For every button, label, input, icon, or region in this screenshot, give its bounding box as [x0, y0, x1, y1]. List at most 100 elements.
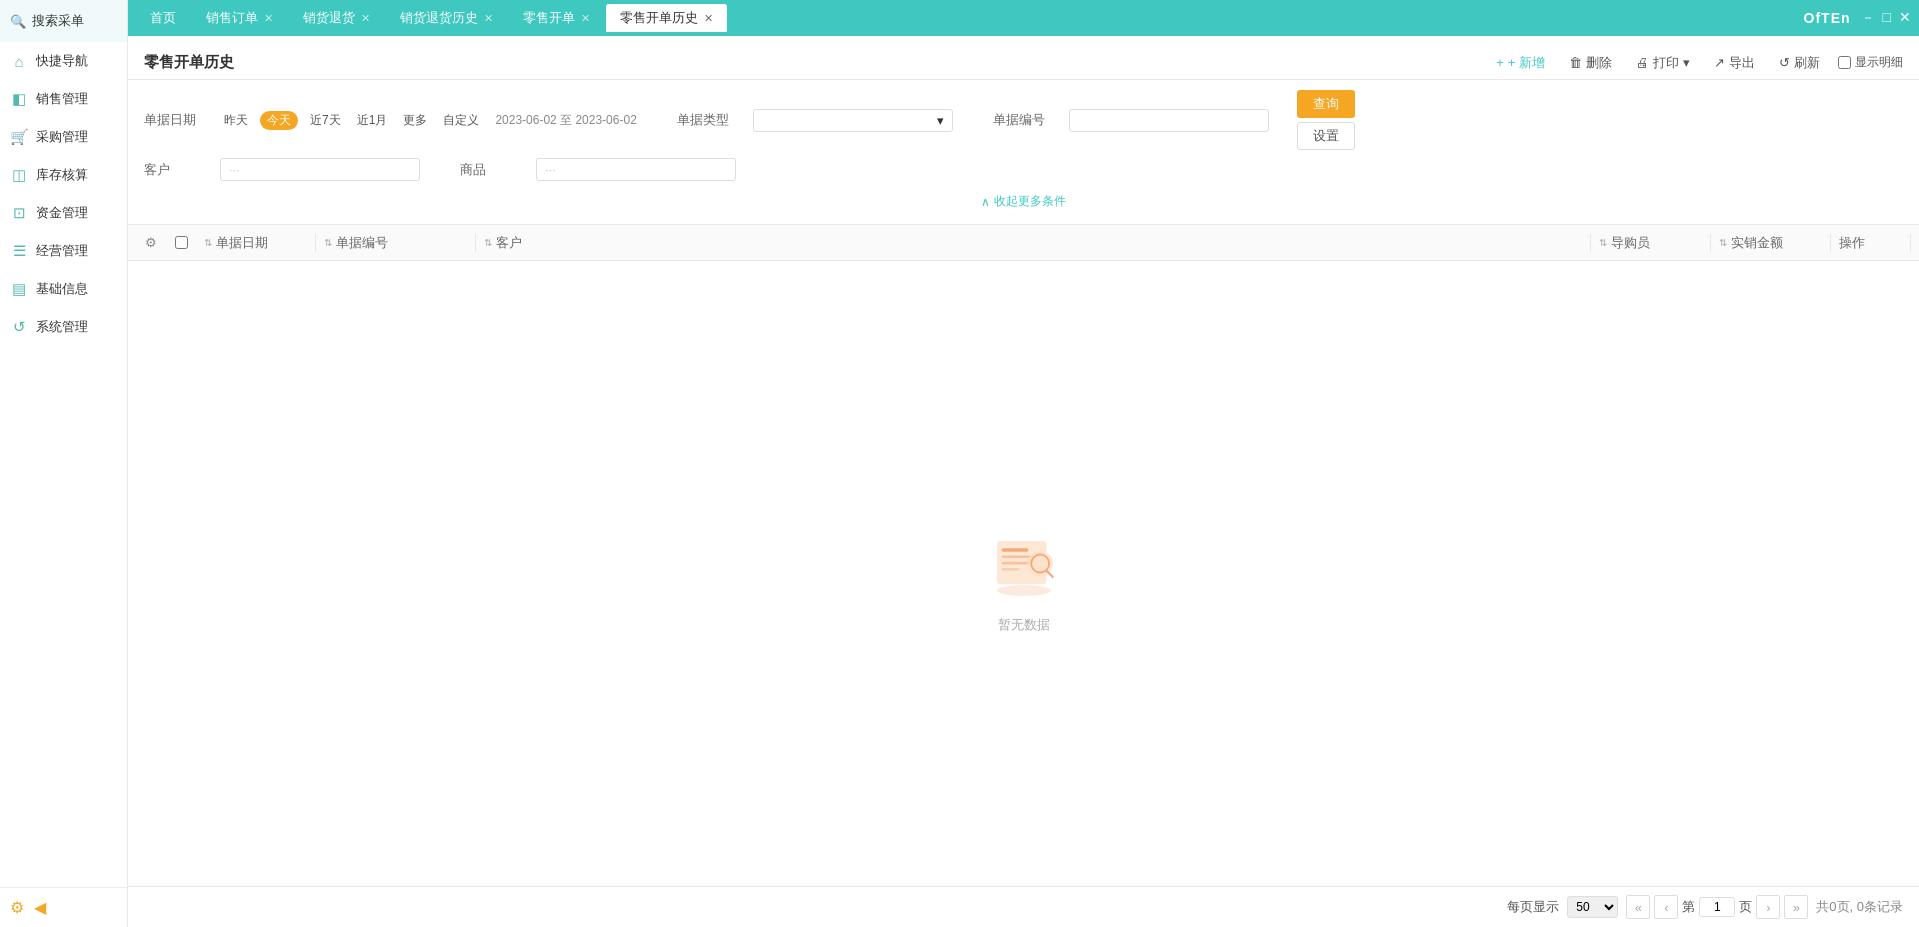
tab-sales-return[interactable]: 销货退货 ✕ [289, 4, 384, 32]
tab-sales-order[interactable]: 销售订单 ✕ [192, 4, 287, 32]
tab-sales-order-close[interactable]: ✕ [264, 12, 273, 25]
date-btn-custom[interactable]: 自定义 [439, 111, 483, 130]
next-page-button[interactable]: › [1756, 895, 1780, 919]
page-label: 页 [1739, 898, 1752, 916]
tab-retail-open-history[interactable]: 零售开单历史 ✕ [606, 4, 727, 32]
col-header-guide[interactable]: ⇅ 导购员 [1591, 234, 1711, 252]
filter-area: 单据日期 昨天 今天 近7天 近1月 更多 自定义 2023-06-02 至 2… [128, 80, 1919, 225]
tab-retail-open[interactable]: 零售开单 ✕ [509, 4, 604, 32]
tab-retail-open-close[interactable]: ✕ [581, 12, 590, 25]
select-all-checkbox[interactable] [175, 236, 188, 249]
base-info-icon: ▤ [10, 280, 28, 298]
empty-state-illustration [979, 514, 1069, 604]
date-btn-today[interactable]: 今天 [260, 111, 298, 130]
inventory-icon: ◫ [10, 166, 28, 184]
export-button[interactable]: ↗ 导出 [1708, 52, 1761, 74]
col-checkbox[interactable] [166, 236, 196, 249]
window-controls: － □ ✕ [1861, 9, 1911, 27]
settings-gear-icon[interactable]: ⚙ [10, 898, 24, 917]
tab-sales-return-history-label: 销货退货历史 [400, 9, 478, 27]
product-placeholder: ··· [545, 162, 556, 177]
refresh-button[interactable]: ↺ 刷新 [1773, 52, 1826, 74]
sidebar-item-label: 经营管理 [36, 242, 88, 260]
add-icon: + [1496, 55, 1504, 70]
sidebar-item-quick-nav[interactable]: ⌂ 快捷导航 [0, 42, 127, 80]
first-page-button[interactable]: « [1626, 895, 1650, 919]
settings-button[interactable]: 设置 [1297, 122, 1355, 150]
date-btn-last7[interactable]: 近7天 [306, 111, 345, 130]
print-button[interactable]: 🖨 打印 ▾ [1630, 52, 1696, 74]
date-btn-yesterday[interactable]: 昨天 [220, 111, 252, 130]
sort-icon: ⇅ [484, 237, 492, 248]
col-customer-label: 客户 [496, 234, 522, 252]
page-label-pre: 第 [1682, 898, 1695, 916]
finance-icon: ⊡ [10, 204, 28, 222]
sidebar-item-label: 系统管理 [36, 318, 88, 336]
maximize-button[interactable]: □ [1883, 9, 1891, 27]
sales-icon: ◧ [10, 90, 28, 108]
tab-sales-return-history[interactable]: 销货退货历史 ✕ [386, 4, 507, 32]
close-button[interactable]: ✕ [1899, 9, 1911, 27]
bill-type-label: 单据类型 [677, 111, 733, 129]
bill-num-input[interactable] [1069, 109, 1269, 132]
sidebar-item-base-info[interactable]: ▤ 基础信息 [0, 270, 127, 308]
tab-home[interactable]: 首页 [136, 4, 190, 32]
sidebar-item-purchase-mgmt[interactable]: 🛒 采购管理 [0, 118, 127, 156]
col-header-date[interactable]: ⇅ 单据日期 [196, 234, 316, 252]
sidebar-collapse-icon[interactable]: ◀ [34, 898, 46, 917]
sidebar-item-inventory[interactable]: ◫ 库存核算 [0, 156, 127, 194]
page-nav: « ‹ 第 页 › » [1626, 895, 1808, 919]
tab-sales-return-close[interactable]: ✕ [361, 12, 370, 25]
prev-page-icon: ‹ [1664, 900, 1668, 915]
page-number-input[interactable] [1699, 897, 1735, 917]
minimize-button[interactable]: － [1861, 9, 1875, 27]
tab-sales-return-history-close[interactable]: ✕ [484, 12, 493, 25]
sys-icon: ↺ [10, 318, 28, 336]
date-btn-last-month[interactable]: 近1月 [353, 111, 392, 130]
col-header-customer[interactable]: ⇅ 客户 [476, 234, 1591, 252]
refresh-icon: ↺ [1779, 55, 1790, 70]
bill-num-label: 单据编号 [993, 111, 1049, 129]
tab-bar: 首页 销售订单 ✕ 销货退货 ✕ 销货退货历史 ✕ 零售开单 ✕ 零售开单历史 … [128, 0, 1919, 36]
table-container: ⚙ ⇅ 单据日期 ⇅ 单据编号 ⇅ 客户 ⇅ 导购员 [128, 225, 1919, 927]
sidebar-item-finance[interactable]: ⊡ 资金管理 [0, 194, 127, 232]
delete-icon: 🗑 [1569, 55, 1582, 70]
sidebar: 🔍 搜索采单 ⌂ 快捷导航 ◧ 销售管理 🛒 采购管理 ◫ 库存核算 ⊡ 资金管… [0, 0, 128, 927]
product-select[interactable]: ··· [536, 158, 736, 181]
sidebar-item-operations[interactable]: ☰ 经营管理 [0, 232, 127, 270]
product-label: 商品 [460, 161, 516, 179]
last-page-button[interactable]: » [1784, 895, 1808, 919]
collapse-bar[interactable]: ∧ 收起更多条件 [144, 189, 1903, 214]
brand-logo: OfTEn [1804, 10, 1851, 26]
tab-bar-right: OfTEn － □ ✕ [1804, 9, 1911, 27]
print-arrow-icon: ▾ [1683, 55, 1690, 70]
query-button[interactable]: 查询 [1297, 90, 1355, 118]
col-header-num[interactable]: ⇅ 单据编号 [316, 234, 476, 252]
col-settings-icon[interactable]: ⚙ [136, 235, 166, 250]
add-button[interactable]: + + 新增 [1490, 52, 1551, 74]
delete-button[interactable]: 🗑 删除 [1563, 52, 1618, 74]
sidebar-item-sys-mgmt[interactable]: ↺ 系统管理 [0, 308, 127, 346]
show-detail-checkbox[interactable]: 显示明细 [1838, 54, 1903, 71]
toolbar: + + 新增 🗑 删除 🖨 打印 ▾ ↗ 导出 ↺ [1490, 52, 1903, 74]
sidebar-search[interactable]: 🔍 搜索采单 [0, 0, 127, 42]
date-range-display: 2023-06-02 至 2023-06-02 [495, 112, 636, 129]
prev-page-button[interactable]: ‹ [1654, 895, 1678, 919]
show-detail-input[interactable] [1838, 56, 1851, 69]
page-size-select[interactable]: 50 100 200 [1567, 896, 1618, 918]
col-header-amount: ⇅ 实销金额 [1711, 234, 1831, 252]
customer-placeholder: ··· [229, 162, 240, 177]
collapse-label: 收起更多条件 [994, 193, 1066, 210]
main-area: 首页 销售订单 ✕ 销货退货 ✕ 销货退货历史 ✕ 零售开单 ✕ 零售开单历史 … [128, 0, 1919, 927]
tab-retail-open-history-close[interactable]: ✕ [704, 12, 713, 25]
sidebar-item-label: 库存核算 [36, 166, 88, 184]
date-btn-more[interactable]: 更多 [399, 111, 431, 130]
print-icon: 🖨 [1636, 55, 1649, 70]
bill-type-select[interactable]: ▾ [753, 109, 953, 132]
tab-retail-open-label: 零售开单 [523, 9, 575, 27]
page-header: 零售开单历史 + + 新增 🗑 删除 🖨 打印 ▾ ↗ 导出 [128, 36, 1919, 80]
sidebar-item-label: 快捷导航 [36, 52, 88, 70]
page-title: 零售开单历史 [144, 53, 234, 72]
sidebar-item-sales-mgmt[interactable]: ◧ 销售管理 [0, 80, 127, 118]
customer-select[interactable]: ··· [220, 158, 420, 181]
